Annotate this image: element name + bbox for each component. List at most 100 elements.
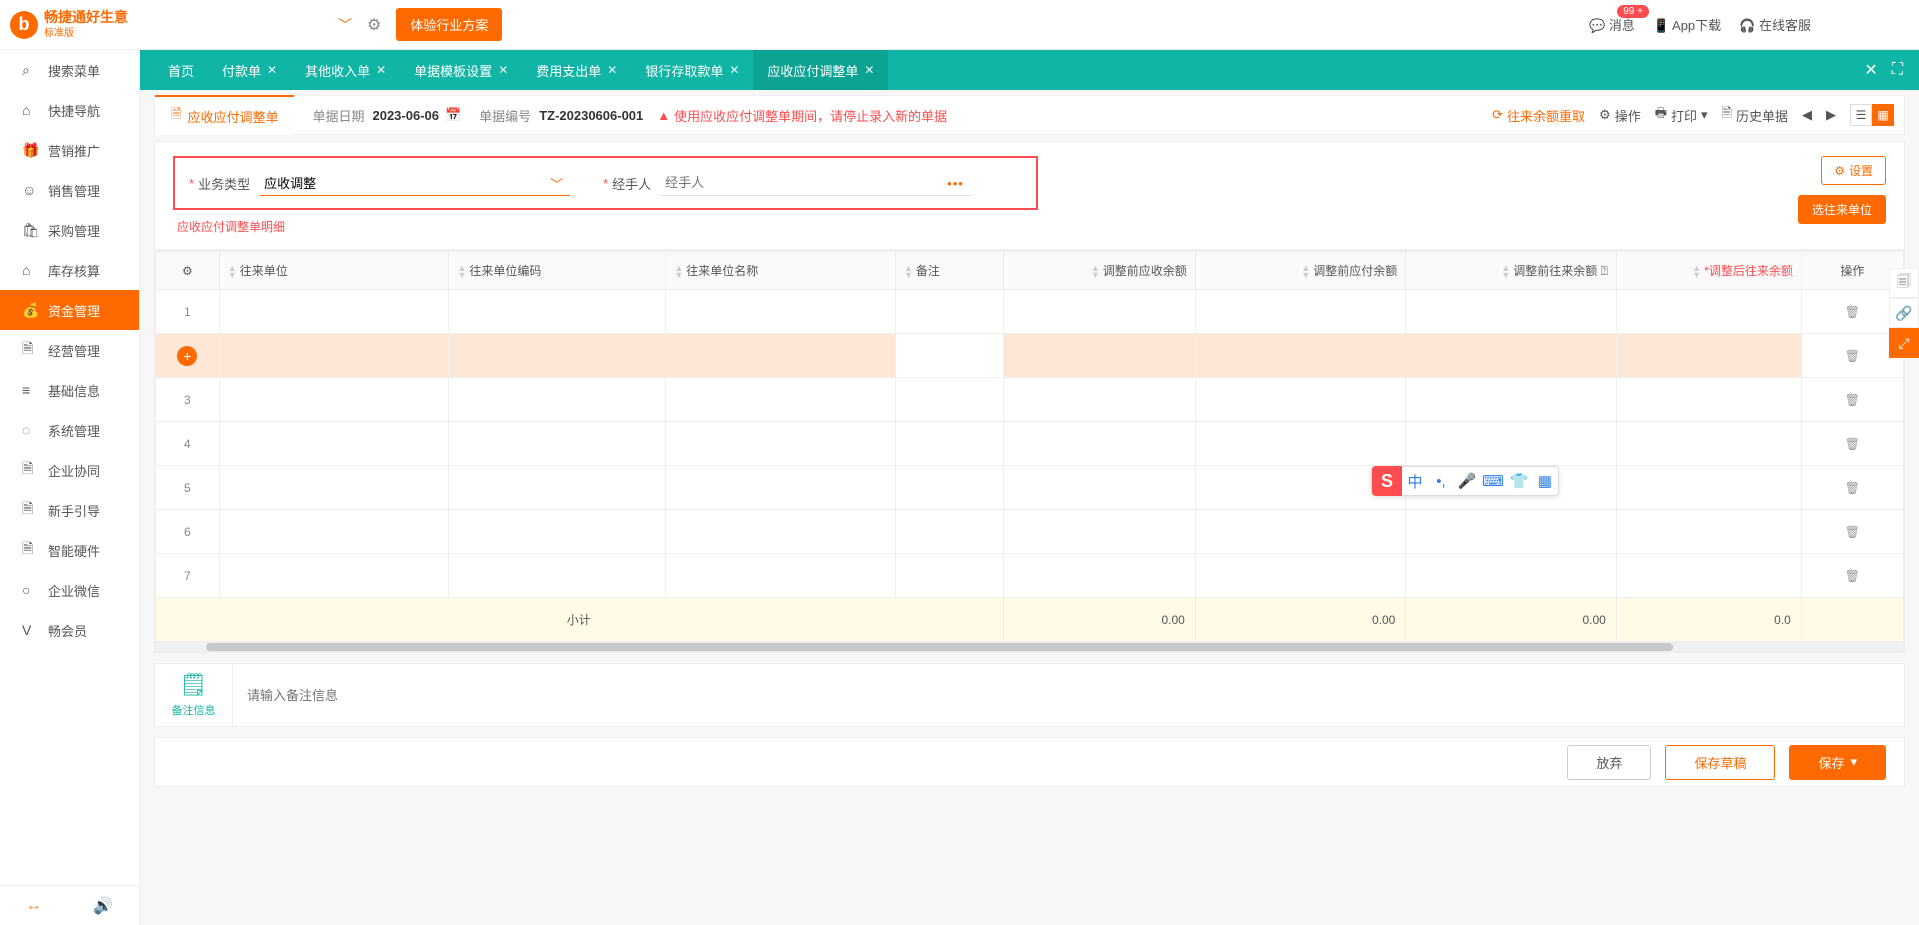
ime-skin-icon[interactable]: 👕: [1506, 472, 1532, 490]
table-cell[interactable]: [1004, 334, 1195, 378]
handler-input[interactable]: [661, 170, 971, 196]
table-cell[interactable]: [1195, 378, 1406, 422]
table-header[interactable]: ▲▼调整前往来余额 ⍰: [1406, 252, 1617, 290]
table-header[interactable]: ▲▼调整前应付余额: [1195, 252, 1406, 290]
close-icon[interactable]: ✕: [729, 63, 739, 77]
delete-icon[interactable]: 🗑: [1845, 305, 1860, 319]
table-cell[interactable]: [1004, 290, 1195, 334]
try-industry-button[interactable]: 体验行业方案: [396, 8, 502, 41]
table-cell[interactable]: [449, 378, 666, 422]
table-cell[interactable]: 4: [156, 422, 220, 466]
table-cell[interactable]: [1004, 510, 1195, 554]
table-cell[interactable]: [895, 466, 1003, 510]
sidebar-item[interactable]: ⌕搜索菜单: [0, 50, 139, 90]
fullscreen-icon[interactable]: ⛶: [1892, 61, 1903, 79]
table-cell[interactable]: [219, 554, 449, 598]
table-cell[interactable]: [1406, 290, 1617, 334]
close-icon[interactable]: ✕: [267, 63, 277, 77]
table-cell[interactable]: [666, 334, 896, 378]
save-draft-button[interactable]: 保存草稿: [1665, 745, 1775, 780]
prev-icon[interactable]: ◀: [1802, 107, 1812, 123]
table-cell[interactable]: 6: [156, 510, 220, 554]
table-cell[interactable]: 🗑: [1801, 378, 1903, 422]
table-cell[interactable]: [1406, 554, 1617, 598]
table-cell[interactable]: [219, 466, 449, 510]
tab[interactable]: 付款单✕: [208, 50, 291, 90]
messages-link[interactable]: 💬 消息99 +: [1589, 15, 1635, 34]
tab[interactable]: 银行存取款单✕: [631, 50, 753, 90]
sidebar-item[interactable]: ☺销售管理: [0, 170, 139, 210]
app-download-link[interactable]: 📱 App下载: [1653, 15, 1721, 34]
table-cell[interactable]: 🗑: [1801, 422, 1903, 466]
table-cell[interactable]: 3: [156, 378, 220, 422]
table-cell[interactable]: [895, 422, 1003, 466]
close-icon[interactable]: ✕: [498, 63, 508, 77]
table-cell[interactable]: [1616, 466, 1801, 510]
sidebar-item[interactable]: 🗎企业协同: [0, 450, 139, 490]
sidebar-item[interactable]: ◌系统管理: [0, 410, 139, 450]
table-header[interactable]: ▲▼*调整后往来余额: [1616, 252, 1801, 290]
delete-icon[interactable]: 🗑: [1845, 569, 1860, 583]
view-list-icon[interactable]: ☰: [1850, 104, 1872, 126]
table-cell[interactable]: [1406, 334, 1617, 378]
table-cell[interactable]: [1406, 378, 1617, 422]
delete-icon[interactable]: 🗑: [1845, 393, 1860, 407]
tab[interactable]: 应收应付调整单✕: [753, 50, 888, 90]
table-cell[interactable]: [1616, 290, 1801, 334]
print-button[interactable]: 🖶 打印 ▾: [1655, 104, 1708, 126]
history-button[interactable]: 🗎 历史单据: [1722, 104, 1788, 126]
table-cell[interactable]: [1195, 334, 1406, 378]
table-cell[interactable]: [895, 378, 1003, 422]
reget-balance-button[interactable]: ⟳ 往来余额重取: [1492, 106, 1585, 125]
delete-icon[interactable]: 🗑: [1845, 525, 1860, 539]
ime-toolbar[interactable]: S 中 •, 🎤 ⌨ 👕 ▦: [1371, 466, 1559, 496]
close-icon[interactable]: ✕: [864, 63, 874, 77]
table-cell[interactable]: [895, 510, 1003, 554]
ime-mic-icon[interactable]: 🎤: [1454, 472, 1480, 490]
table-cell[interactable]: 🗑: [1801, 510, 1903, 554]
sidebar-collapse-icon[interactable]: ↔: [26, 897, 42, 915]
table-cell[interactable]: [666, 290, 896, 334]
pick-unit-button[interactable]: 选往来单位: [1798, 195, 1886, 224]
tab[interactable]: 首页: [154, 50, 208, 90]
table-cell[interactable]: [666, 510, 896, 554]
table-cell[interactable]: [895, 554, 1003, 598]
table-header[interactable]: ▲▼备注: [895, 252, 1003, 290]
table-header[interactable]: ▲▼往来单位编码: [449, 252, 666, 290]
horizontal-scrollbar[interactable]: [155, 642, 1904, 652]
table-cell[interactable]: [666, 554, 896, 598]
table-cell[interactable]: [219, 290, 449, 334]
table-cell[interactable]: [449, 290, 666, 334]
close-icon[interactable]: ✕: [376, 63, 386, 77]
sidebar-item[interactable]: ⌂库存核算: [0, 250, 139, 290]
dock-expand-icon[interactable]: ⤢: [1889, 328, 1919, 358]
table-cell[interactable]: [449, 334, 666, 378]
remark-input[interactable]: [233, 664, 1904, 726]
table-cell[interactable]: 🗑: [1801, 466, 1903, 510]
sidebar-item[interactable]: 💰资金管理: [0, 290, 139, 330]
close-icon[interactable]: ✕: [607, 63, 617, 77]
table-cell[interactable]: [1616, 510, 1801, 554]
view-card-icon[interactable]: ▦: [1872, 104, 1894, 126]
more-icon[interactable]: •••: [947, 176, 964, 191]
table-cell[interactable]: [1004, 554, 1195, 598]
delete-icon[interactable]: 🗑: [1845, 437, 1860, 451]
table-cell[interactable]: [219, 510, 449, 554]
sidebar-item[interactable]: 🛍采购管理: [0, 210, 139, 250]
table-cell[interactable]: [895, 334, 1003, 378]
ime-tool-icon[interactable]: ▦: [1532, 472, 1558, 490]
table-header[interactable]: ▲▼往来单位名称: [666, 252, 896, 290]
gear-icon[interactable]: ⚙: [182, 264, 193, 278]
table-cell[interactable]: [449, 422, 666, 466]
table-cell[interactable]: [1195, 554, 1406, 598]
table-cell[interactable]: [1004, 422, 1195, 466]
table-cell[interactable]: [219, 334, 449, 378]
table-cell[interactable]: [1195, 510, 1406, 554]
table-cell[interactable]: [219, 422, 449, 466]
table-cell[interactable]: 5: [156, 466, 220, 510]
delete-icon[interactable]: 🗑: [1845, 481, 1860, 495]
table-cell[interactable]: [1195, 290, 1406, 334]
table-cell[interactable]: [1616, 554, 1801, 598]
ime-punct-icon[interactable]: •,: [1428, 473, 1454, 490]
doc-title-tab[interactable]: 🗎 应收应付调整单: [155, 95, 294, 135]
